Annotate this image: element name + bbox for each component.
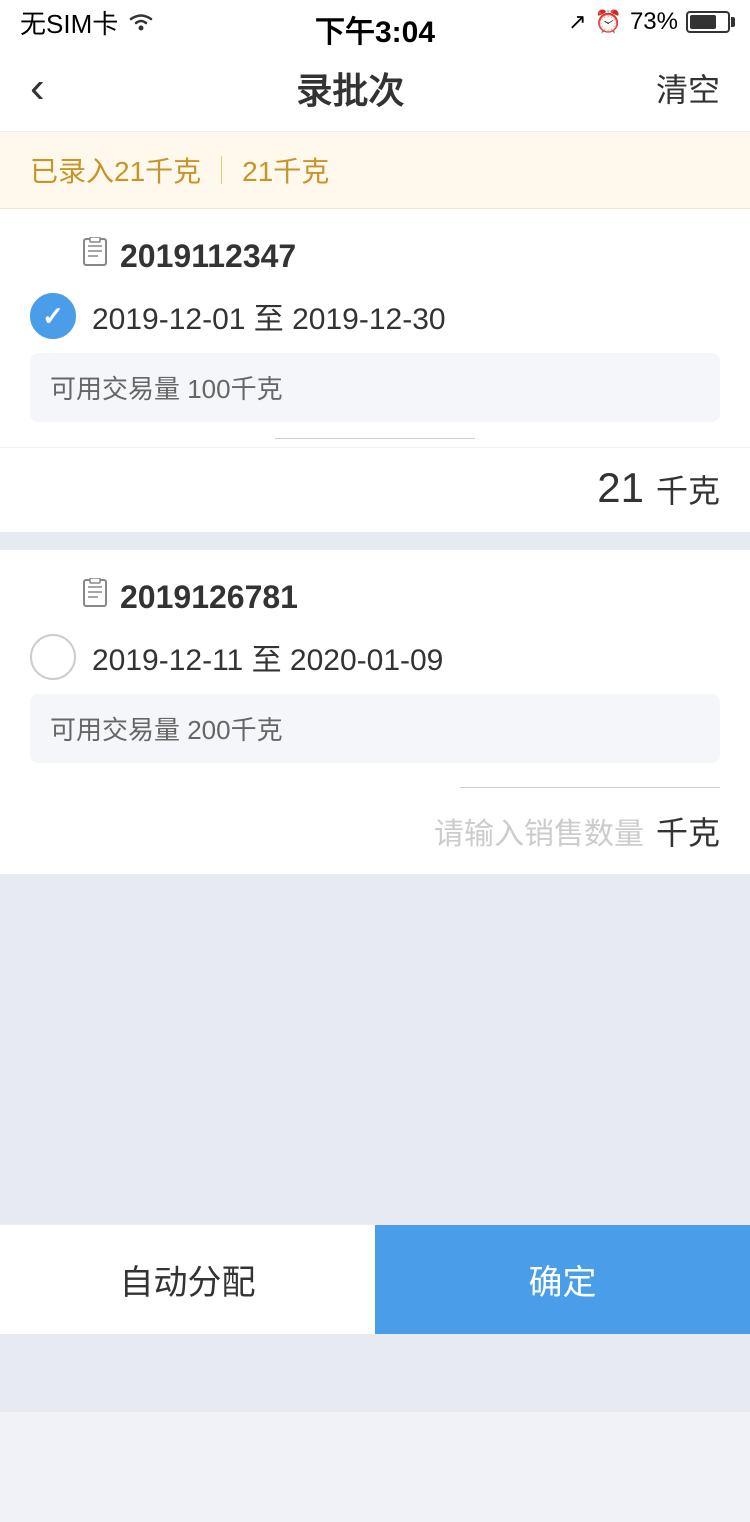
batch1-availability: 可用交易量 100千克 xyxy=(30,353,720,422)
batch1-amount-row: 21 千克 xyxy=(0,447,750,532)
confirm-button[interactable]: 确定 xyxy=(375,1225,750,1334)
batch1-checkbox[interactable]: ✓ xyxy=(30,293,76,339)
status-right: ↗ ⏰ 73% xyxy=(568,8,730,36)
empty-area xyxy=(0,892,750,1412)
batch2-card: 2019126781 2019-12-11 至 2020-01-09 可用交易量… xyxy=(0,550,750,874)
batch2-id: 2019126781 xyxy=(120,579,298,616)
battery-fill xyxy=(690,15,716,29)
batch2-input-row[interactable]: 请输入销售数量 千克 xyxy=(0,792,750,874)
batch2-input-wrapper: 请输入销售数量 千克 xyxy=(0,779,750,874)
bottom-bar: 自动分配 确定 xyxy=(0,1224,750,1334)
batch2-icon xyxy=(80,578,110,616)
status-left: 无SIM卡 xyxy=(20,4,156,41)
carrier-text: 无SIM卡 xyxy=(20,4,118,41)
batch2-header: 2019126781 xyxy=(0,550,750,626)
batch2-availability: 可用交易量 200千克 xyxy=(30,694,720,763)
batch1-amount-wrapper: 21 千克 xyxy=(0,438,750,532)
total-text: 21千克 xyxy=(242,150,329,190)
batch1-id: 2019112347 xyxy=(120,238,296,275)
battery-percentage: 73% xyxy=(630,8,678,36)
batch1-amount-value: 21 xyxy=(597,464,644,512)
batch2-input-unit: 千克 xyxy=(656,808,720,854)
back-button[interactable]: ‹ xyxy=(30,66,45,110)
batch2-date: 2019-12-11 至 2020-01-09 xyxy=(92,635,443,679)
battery-icon xyxy=(686,11,730,33)
nav-bar: ‹ 录批次 清空 xyxy=(0,44,750,132)
section-divider-1 xyxy=(0,532,750,550)
batch2-checkbox[interactable] xyxy=(30,634,76,680)
info-divider xyxy=(221,156,222,184)
location-icon: ↗ xyxy=(568,9,586,35)
clear-button[interactable]: 清空 xyxy=(656,65,720,111)
batch1-date-row[interactable]: ✓ 2019-12-01 至 2019-12-30 xyxy=(0,285,750,349)
status-bar: 无SIM卡 下午3:04 ↗ ⏰ 73% xyxy=(0,0,750,44)
amount-underline xyxy=(275,438,475,439)
checkmark-icon: ✓ xyxy=(42,301,64,332)
wifi-icon xyxy=(126,7,156,38)
auto-distribute-button[interactable]: 自动分配 xyxy=(0,1225,375,1334)
batch1-date: 2019-12-01 至 2019-12-30 xyxy=(92,294,446,338)
time-display: 下午3:04 xyxy=(315,7,435,51)
info-banner: 已录入21千克 21千克 xyxy=(0,132,750,209)
batch2-date-row[interactable]: 2019-12-11 至 2020-01-09 xyxy=(0,626,750,690)
alarm-icon: ⏰ xyxy=(595,9,622,35)
input-underline xyxy=(460,787,720,788)
batch1-amount-unit: 千克 xyxy=(656,466,720,512)
section-divider-2 xyxy=(0,874,750,892)
batch1-header: 2019112347 xyxy=(0,209,750,285)
batch2-input-placeholder: 请输入销售数量 xyxy=(434,809,644,853)
page-title: 录批次 xyxy=(296,62,404,114)
batch1-card: 2019112347 ✓ 2019-12-01 至 2019-12-30 可用交… xyxy=(0,209,750,532)
recorded-text: 已录入21千克 xyxy=(30,150,201,190)
batch1-icon xyxy=(80,237,110,275)
